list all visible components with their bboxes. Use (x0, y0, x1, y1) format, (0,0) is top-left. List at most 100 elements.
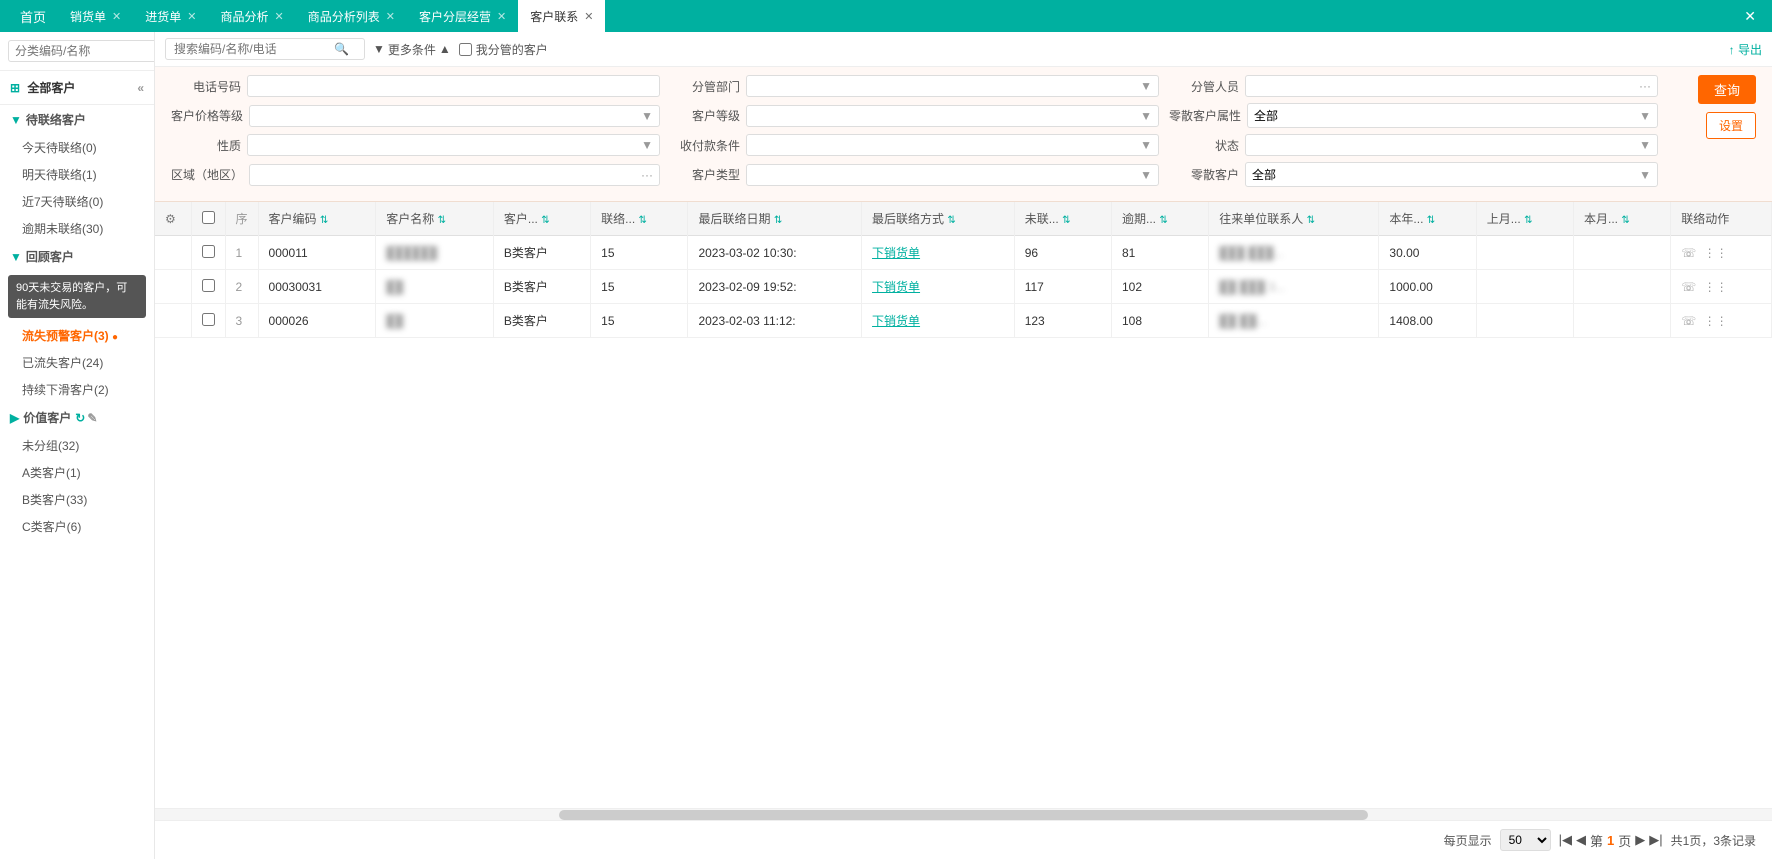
col-type[interactable]: 客户... ⇅ (493, 202, 590, 236)
col-overdue[interactable]: 逾期... ⇅ (1111, 202, 1208, 236)
col-name[interactable]: 客户名称 ⇅ (376, 202, 494, 236)
close-all-button[interactable]: ✕ (1736, 8, 1764, 25)
sidebar-search-input[interactable] (8, 40, 155, 62)
action-phone-icon[interactable]: ☏ (1681, 246, 1696, 260)
nav-tab-5[interactable]: 客户联系 ✕ (518, 0, 605, 32)
person-select[interactable]: ··· (1245, 75, 1658, 97)
close-icon[interactable]: ✕ (584, 10, 593, 23)
col-last-date[interactable]: 最后联络日期 ⇅ (688, 202, 862, 236)
nature-select[interactable]: ▼ (247, 134, 660, 156)
refresh-icon[interactable]: ↻ (75, 411, 85, 425)
sidebar-group-review-title[interactable]: ▼ 回顾客户 (0, 242, 154, 271)
collapse-icon[interactable]: « (137, 81, 144, 95)
row-last-method[interactable]: 下销货单 (862, 236, 1015, 270)
horizontal-scrollbar[interactable] (155, 808, 1772, 820)
sidebar-group-value-title[interactable]: ▶ 价值客户 ↻ ✎ (0, 403, 154, 432)
next-page-button[interactable]: ▶ (1635, 832, 1645, 848)
row-last-method[interactable]: 下销货单 (862, 270, 1015, 304)
sidebar-group-pending-title[interactable]: ▼ 待联络客户 (0, 105, 154, 134)
status-select[interactable]: ▼ (1245, 134, 1658, 156)
cust-type-select[interactable]: ▼ (746, 164, 1159, 186)
row-action[interactable]: ☏ ⋮⋮ (1671, 236, 1772, 270)
search-input[interactable] (174, 42, 334, 56)
close-icon[interactable]: ✕ (112, 10, 121, 23)
sidebar-item-c-class[interactable]: C类客户(6) (0, 513, 154, 540)
sidebar-item-b-class[interactable]: B类客户(33) (0, 486, 154, 513)
sidebar-item-churned[interactable]: 已流失客户(24) (0, 349, 154, 376)
last-method-link[interactable]: 下销货单 (872, 314, 920, 328)
nav-tab-2[interactable]: 商品分析 ✕ (208, 0, 295, 32)
nav-tab-4[interactable]: 客户分层经营 ✕ (407, 0, 518, 32)
col-last-month[interactable]: 上月... ⇅ (1476, 202, 1573, 236)
col-contact2[interactable]: 往来单位联系人 ⇅ (1209, 202, 1379, 236)
col-check[interactable] (191, 202, 225, 236)
col-this-year[interactable]: 本年... ⇅ (1379, 202, 1476, 236)
settings-button[interactable]: 设置 (1706, 112, 1756, 139)
close-icon[interactable]: ✕ (386, 10, 395, 23)
row-check-cell[interactable] (191, 236, 225, 270)
more-conditions-button[interactable]: ▼ 更多条件 ▲ (373, 41, 451, 58)
search-icon[interactable]: 🔍 (334, 42, 349, 56)
action-phone-icon[interactable]: ☏ (1681, 314, 1696, 328)
action-phone-icon[interactable]: ☏ (1681, 280, 1696, 294)
retail-select[interactable]: 全部 ▼ (1245, 162, 1658, 187)
my-customers-check[interactable] (459, 43, 472, 56)
row-action[interactable]: ☏ ⋮⋮ (1671, 270, 1772, 304)
region-select[interactable]: ··· (249, 164, 660, 186)
last-method-link[interactable]: 下销货单 (872, 280, 920, 294)
close-icon[interactable]: ✕ (187, 10, 196, 23)
row-checkbox[interactable] (202, 279, 215, 292)
price-grade-select[interactable]: ▼ (249, 105, 660, 127)
row-check-cell[interactable] (191, 270, 225, 304)
my-customers-checkbox[interactable]: 我分管的客户 (459, 41, 548, 58)
last-method-link[interactable]: 下销货单 (872, 246, 920, 260)
col-last-method[interactable]: 最后联络方式 ⇅ (862, 202, 1015, 236)
select-all-checkbox[interactable] (202, 211, 215, 224)
col-code[interactable]: 客户编码 ⇅ (258, 202, 376, 236)
sidebar-item-overdue[interactable]: 逾期未联络(30) (0, 215, 154, 242)
col-gear[interactable]: ⚙ (155, 202, 191, 236)
dept-select[interactable]: ▼ (746, 75, 1159, 97)
sidebar-item-a-class[interactable]: A类客户(1) (0, 459, 154, 486)
last-page-button[interactable]: ▶| (1649, 832, 1662, 848)
nav-tab-3[interactable]: 商品分析列表 ✕ (296, 0, 407, 32)
row-last-month (1476, 236, 1573, 270)
row-check-cell[interactable] (191, 304, 225, 338)
first-page-button[interactable]: |◀ (1559, 832, 1572, 848)
payment-select[interactable]: ▼ (746, 134, 1159, 156)
row-checkbox[interactable] (202, 245, 215, 258)
export-button[interactable]: ↑ 导出 (1729, 41, 1762, 58)
action-more-icon[interactable]: ⋮⋮ (1704, 246, 1728, 260)
action-more-icon[interactable]: ⋮⋮ (1704, 314, 1728, 328)
col-contact[interactable]: 联络... ⇅ (591, 202, 688, 236)
prev-page-button[interactable]: ◀ (1576, 832, 1586, 848)
close-icon[interactable]: ✕ (497, 10, 506, 23)
dots-icon[interactable]: ··· (1639, 79, 1651, 93)
nav-home[interactable]: 首页 (8, 0, 58, 32)
sidebar-item-declining[interactable]: 持续下滑客户(2) (0, 376, 154, 403)
sidebar-item-7days[interactable]: 近7天待联络(0) (0, 188, 154, 215)
gear-icon[interactable]: ⚙ (165, 212, 176, 226)
nav-tab-0[interactable]: 销货单 ✕ (58, 0, 133, 32)
action-more-icon[interactable]: ⋮⋮ (1704, 280, 1728, 294)
sidebar-item-tomorrow[interactable]: 明天待联络(1) (0, 161, 154, 188)
col-this-month[interactable]: 本月... ⇅ (1573, 202, 1670, 236)
nav-tab-1[interactable]: 进货单 ✕ (133, 0, 208, 32)
phone-input[interactable] (247, 75, 660, 97)
query-button[interactable]: 查询 (1698, 75, 1756, 104)
sidebar-item-ungroup[interactable]: 未分组(32) (0, 432, 154, 459)
row-action[interactable]: ☏ ⋮⋮ (1671, 304, 1772, 338)
close-icon[interactable]: ✕ (275, 10, 284, 23)
sidebar-item-today[interactable]: 今天待联络(0) (0, 134, 154, 161)
all-customers-item[interactable]: ⊞ 全部客户 « (0, 71, 154, 105)
per-page-select[interactable]: 50 100 200 (1500, 829, 1551, 851)
cust-grade-select[interactable]: ▼ (746, 105, 1159, 127)
sidebar-item-churn-warning[interactable]: 流失预警客户(3) ● (0, 322, 154, 349)
retail-attr-select[interactable]: 全部 ▼ (1247, 103, 1658, 128)
row-checkbox[interactable] (202, 313, 215, 326)
dots-icon[interactable]: ··· (641, 168, 653, 182)
col-uncontact[interactable]: 未联... ⇅ (1014, 202, 1111, 236)
row-last-method[interactable]: 下销货单 (862, 304, 1015, 338)
scrollbar-thumb[interactable] (559, 810, 1368, 820)
edit-icon[interactable]: ✎ (87, 411, 97, 425)
